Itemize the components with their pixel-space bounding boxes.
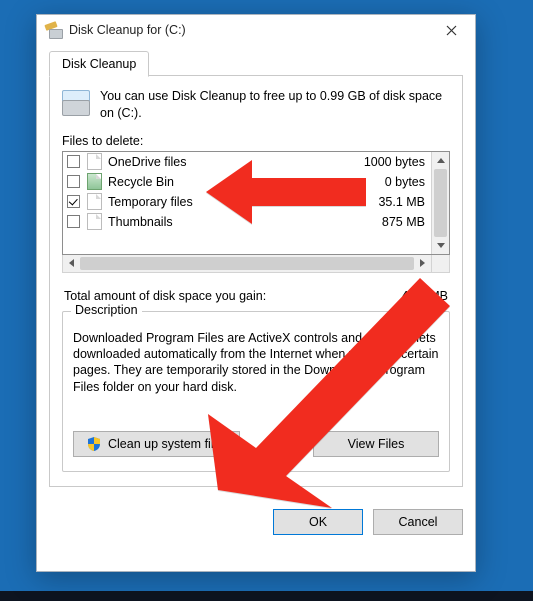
scroll-thumb[interactable]: [434, 169, 447, 237]
list-item[interactable]: Recycle Bin0 bytes: [63, 172, 431, 192]
item-name: Temporary files: [108, 195, 378, 209]
dialog-buttons: OK Cancel: [37, 499, 475, 545]
disk-cleanup-dialog: Disk Cleanup for (C:) Disk Cleanup You c…: [36, 14, 476, 572]
button-label: View Files: [348, 437, 405, 451]
total-label: Total amount of disk space you gain:: [64, 289, 266, 303]
item-size: 1000 bytes: [364, 155, 425, 169]
checkbox[interactable]: [67, 155, 80, 168]
files-listbox[interactable]: OneDrive files1000 bytesRecycle Bin0 byt…: [62, 151, 450, 255]
scroll-left-icon[interactable]: [63, 255, 80, 272]
item-size: 0 bytes: [385, 175, 425, 189]
item-name: Recycle Bin: [108, 175, 385, 189]
intro-text: You can use Disk Cleanup to free up to 0…: [100, 88, 450, 122]
tab-panel: You can use Disk Cleanup to free up to 0…: [49, 76, 463, 487]
button-label: Cancel: [399, 515, 438, 529]
uac-shield-icon: [86, 436, 102, 452]
recycle-bin-icon: [87, 173, 102, 190]
description-text: Downloaded Program Files are ActiveX con…: [73, 330, 439, 395]
file-icon: [87, 213, 102, 230]
description-legend: Description: [71, 303, 142, 317]
list-item[interactable]: OneDrive files1000 bytes: [63, 152, 431, 172]
horizontal-scrollbar[interactable]: [62, 255, 450, 273]
scroll-up-icon[interactable]: [432, 152, 449, 169]
tab-disk-cleanup[interactable]: Disk Cleanup: [49, 51, 149, 77]
cleanup-system-files-button[interactable]: Clean up system files: [73, 431, 240, 457]
list-item[interactable]: Temporary files35.1 MB: [63, 192, 431, 212]
item-name: OneDrive files: [108, 155, 364, 169]
total-row: Total amount of disk space you gain: 47.…: [64, 289, 448, 303]
drive-icon: [62, 88, 90, 116]
scroll-corner: [431, 255, 449, 272]
file-icon: [87, 153, 102, 170]
list-item[interactable]: Thumbnails875 MB: [63, 212, 431, 232]
button-label: Clean up system files: [108, 437, 227, 451]
files-to-delete-label: Files to delete:: [62, 134, 450, 148]
checkbox[interactable]: [67, 195, 80, 208]
scroll-down-icon[interactable]: [432, 237, 449, 254]
scroll-right-icon[interactable]: [414, 255, 431, 272]
view-files-button[interactable]: View Files: [313, 431, 439, 457]
ok-button[interactable]: OK: [273, 509, 363, 535]
intro: You can use Disk Cleanup to free up to 0…: [62, 88, 450, 122]
button-label: OK: [309, 515, 327, 529]
taskbar: [0, 591, 533, 601]
vertical-scrollbar[interactable]: [431, 152, 449, 254]
item-size: 875 MB: [382, 215, 425, 229]
item-size: 35.1 MB: [378, 195, 425, 209]
cancel-button[interactable]: Cancel: [373, 509, 463, 535]
total-value: 47.0 MB: [401, 289, 448, 303]
scroll-thumb[interactable]: [80, 257, 414, 270]
description-group: Description Downloaded Program Files are…: [62, 311, 450, 472]
checkbox[interactable]: [67, 215, 80, 228]
close-button[interactable]: [429, 16, 473, 44]
close-icon: [446, 25, 457, 36]
item-name: Thumbnails: [108, 215, 382, 229]
file-icon: [87, 193, 102, 210]
window-title: Disk Cleanup for (C:): [69, 23, 429, 37]
tab-strip: Disk Cleanup: [49, 51, 463, 76]
titlebar[interactable]: Disk Cleanup for (C:): [37, 15, 475, 45]
disk-cleanup-icon: [45, 23, 63, 37]
checkbox[interactable]: [67, 175, 80, 188]
